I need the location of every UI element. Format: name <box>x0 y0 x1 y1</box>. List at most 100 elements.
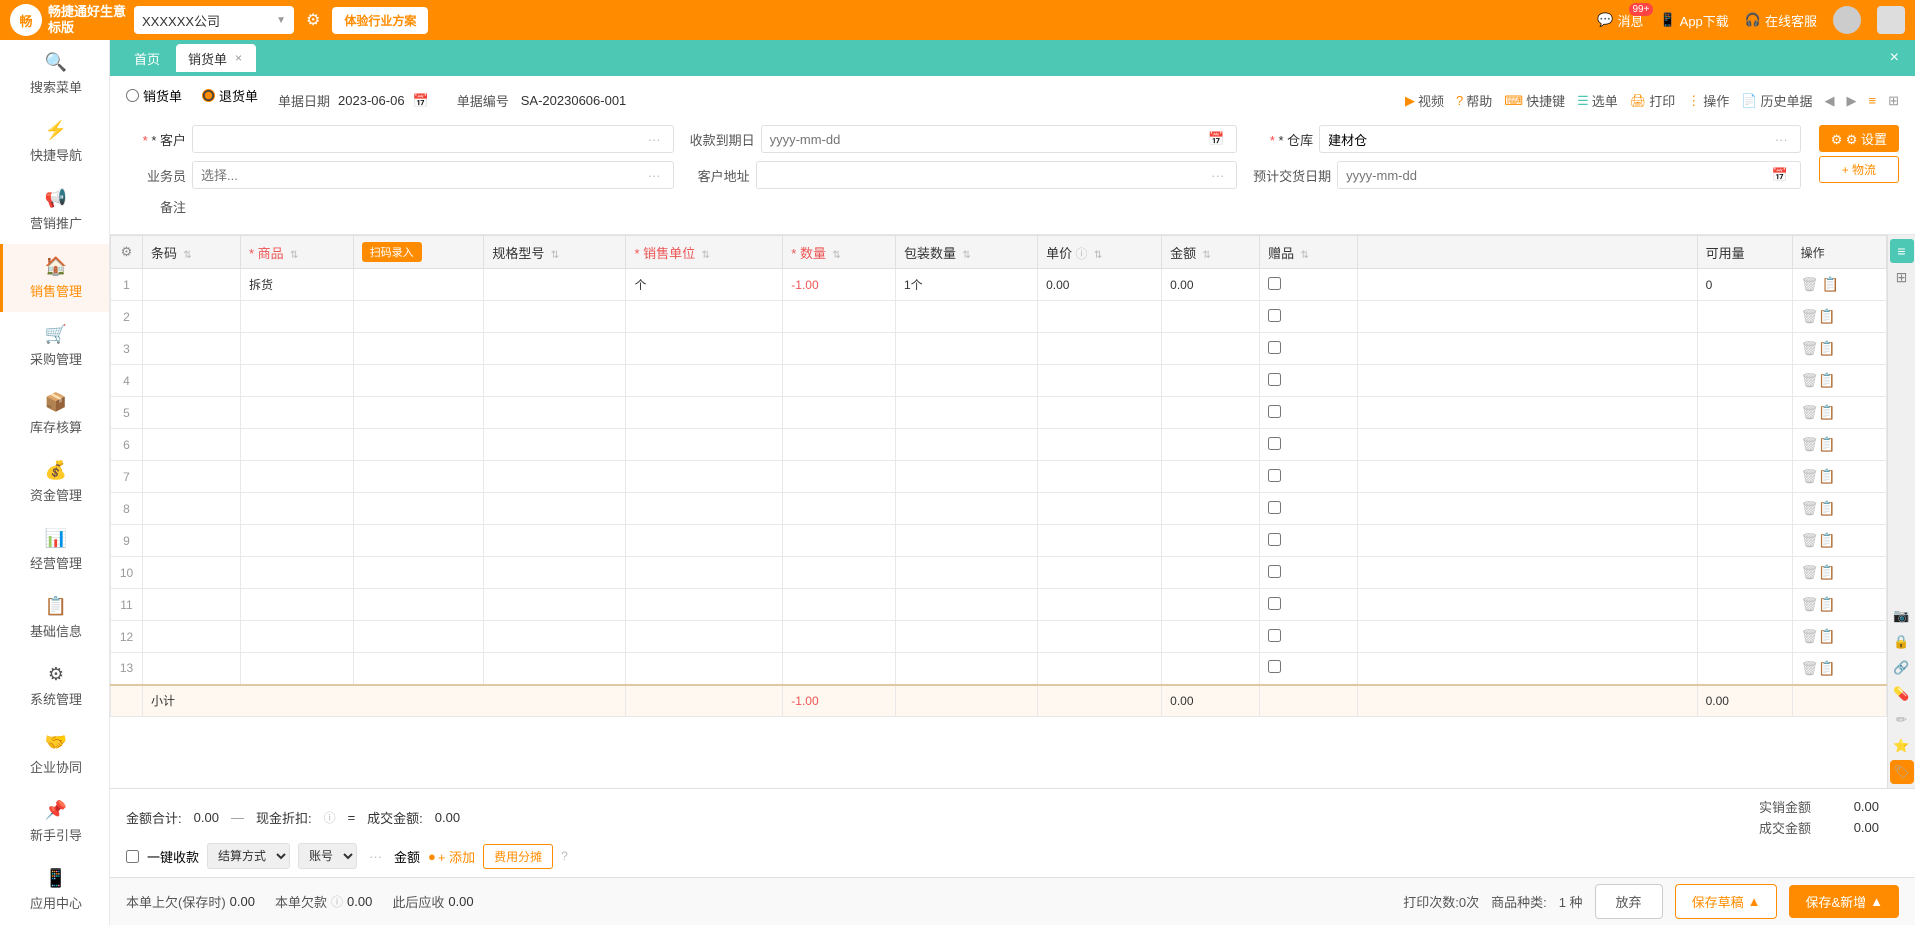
due-date-calendar-icon[interactable]: 📅 <box>1204 131 1228 147</box>
pill-side-icon[interactable]: 💊 <box>1890 682 1914 706</box>
cell-barcode-1[interactable] <box>143 269 241 301</box>
warehouse-dots-icon[interactable]: ··· <box>1771 132 1792 147</box>
delivery-date-calendar-icon[interactable]: 📅 <box>1768 167 1792 183</box>
qty-sort-icon[interactable]: ⇅ <box>832 250 840 261</box>
sidebar-item-guide[interactable]: 📌 新手引导 <box>0 788 109 856</box>
sidebar-item-enterprise[interactable]: 🤝 企业协同 <box>0 720 109 788</box>
avatar[interactable] <box>1833 6 1861 34</box>
toolbar-shortcut[interactable]: ⌨ 快捷键 <box>1504 91 1565 110</box>
toolbar-filter[interactable]: ☰ 选单 <box>1577 91 1618 110</box>
debt-info-icon[interactable]: ⓘ <box>331 893 343 910</box>
spec-sort-icon[interactable]: ⇅ <box>551 250 559 261</box>
warehouse-input-container[interactable]: 建材仓 ··· <box>1319 125 1801 153</box>
table-view-icon[interactable]: ⊞ <box>1888 93 1899 109</box>
customer-dots-icon[interactable]: ··· <box>644 132 665 147</box>
edit-side-icon[interactable]: ✏ <box>1890 708 1914 732</box>
toolbar-help[interactable]: ? 帮助 <box>1456 91 1492 110</box>
sidebar-item-operations[interactable]: 📊 经营管理 <box>0 516 109 584</box>
list-view-icon[interactable]: ≡ <box>1890 239 1914 263</box>
messages-button[interactable]: 💬 消息 99+ <box>1597 11 1643 30</box>
customer-address-input-container[interactable]: ··· <box>756 161 1238 189</box>
sidebar-item-purchase[interactable]: 🛒 采购管理 <box>0 312 109 380</box>
save-new-button[interactable]: 保存&新增 ▲ <box>1789 885 1899 918</box>
nav-next-icon[interactable]: ▶ <box>1847 93 1857 109</box>
salesperson-input-container[interactable]: ··· <box>192 161 674 189</box>
account-select[interactable]: 账号 <box>298 843 357 869</box>
delete-icon-1[interactable]: 🗑 <box>1801 276 1819 292</box>
radio-return-input[interactable] <box>202 89 215 102</box>
star-side-icon[interactable]: ⭐ <box>1890 734 1914 758</box>
settings-icon[interactable]: ⚙ <box>302 6 324 34</box>
sidebar-item-quick-nav[interactable]: ⚡ 快捷导航 <box>0 108 109 176</box>
delivery-date-input-container[interactable]: 📅 <box>1337 161 1801 189</box>
copy-icon-2[interactable]: 📋 <box>1818 308 1835 324</box>
toolbar-operation[interactable]: ⋮ 操作 <box>1687 91 1729 110</box>
tab-close-far-icon[interactable]: × <box>1882 49 1907 67</box>
expense-split-button[interactable]: 费用分摊 <box>483 844 553 869</box>
settlement-select[interactable]: 结算方式 <box>207 843 290 869</box>
tab-home[interactable]: 首页 <box>118 40 176 76</box>
product-sort-icon[interactable]: ⇅ <box>290 250 298 261</box>
radio-sale-input[interactable] <box>126 89 139 102</box>
amount-sort-icon[interactable]: ⇅ <box>1203 250 1211 261</box>
user-menu[interactable] <box>1877 6 1905 34</box>
copy-icon-1[interactable]: 📋 <box>1822 276 1839 292</box>
sidebar-item-system[interactable]: ⚙ 系统管理 <box>0 652 109 720</box>
column-settings-icon[interactable]: ⚙ <box>121 244 133 259</box>
sidebar-item-search[interactable]: 🔍 搜索菜单 <box>0 40 109 108</box>
link-side-icon[interactable]: 🔗 <box>1890 656 1914 680</box>
sidebar-item-inventory[interactable]: 📦 库存核算 <box>0 380 109 448</box>
tab-close-icon[interactable]: × <box>233 49 244 67</box>
calendar-icon[interactable]: 📅 <box>413 93 429 109</box>
app-download-button[interactable]: 📱 App下载 <box>1659 11 1728 30</box>
cell-amount-1[interactable]: 0.00 <box>1162 269 1260 301</box>
th-settings[interactable]: ⚙ <box>111 236 143 269</box>
customer-address-dots-icon[interactable]: ··· <box>1207 168 1228 183</box>
company-selector[interactable]: XXXXXX公司 ▼ <box>134 6 294 34</box>
online-service-button[interactable]: 🎧 在线客服 <box>1745 11 1817 30</box>
tab-sale-order[interactable]: 销货单 × <box>176 44 256 72</box>
expense-info-icon[interactable]: ? <box>561 849 568 863</box>
delete-icon-2[interactable]: 🗑 <box>1801 308 1819 324</box>
sidebar-item-finance[interactable]: 💰 资金管理 <box>0 448 109 516</box>
unit-sort-icon[interactable]: ⇅ <box>702 250 710 261</box>
customer-input[interactable] <box>201 132 644 147</box>
due-date-input-container[interactable]: 📅 <box>761 125 1238 153</box>
sidebar-item-basic[interactable]: 📋 基础信息 <box>0 584 109 652</box>
cell-price-1[interactable]: 0.00 <box>1038 269 1162 301</box>
cell-unit-1[interactable]: 个 <box>626 269 783 301</box>
grid-view-table-icon[interactable]: ⊞ <box>1890 265 1914 289</box>
price-info-icon[interactable]: ⓘ <box>1075 247 1087 261</box>
toolbar-history[interactable]: 📄 历史单据 <box>1741 91 1812 110</box>
customer-input-container[interactable]: ··· <box>192 125 674 153</box>
toolbar-video[interactable]: ▶ 视频 <box>1405 91 1444 110</box>
settings-button[interactable]: ⚙ ⚙ 设置 <box>1819 125 1899 152</box>
scan-button[interactable]: 扫码录入 <box>362 242 422 262</box>
radio-sale[interactable]: 销货单 <box>126 86 182 105</box>
account-dots-icon[interactable]: ··· <box>365 849 386 864</box>
one-click-payment-checkbox[interactable] <box>126 850 139 863</box>
logistics-button[interactable]: + 物流 <box>1819 156 1899 183</box>
sidebar-item-marketing[interactable]: 📢 营销推广 <box>0 176 109 244</box>
lock-side-icon[interactable]: 🔒 <box>1890 630 1914 654</box>
add-button[interactable]: ● + 添加 <box>428 847 475 866</box>
cell-spec-1[interactable] <box>484 269 626 301</box>
salesperson-input[interactable] <box>201 168 644 183</box>
trial-button[interactable]: 体验行业方案 <box>332 7 428 34</box>
tag-side-icon[interactable]: 🏷 <box>1890 760 1914 784</box>
toolbar-print[interactable]: 🖨 打印 <box>1630 91 1676 110</box>
sidebar-item-sales[interactable]: 🏠 销售管理 <box>0 244 109 312</box>
radio-return[interactable]: 退货单 <box>202 86 258 105</box>
pack-qty-sort-icon[interactable]: ⇅ <box>962 250 970 261</box>
cell-product-1[interactable]: 拆货 <box>241 269 354 301</box>
cell-gift-1[interactable] <box>1260 269 1358 301</box>
nav-prev-icon[interactable]: ◀ <box>1825 93 1835 109</box>
gift-sort-icon[interactable]: ⇅ <box>1301 250 1309 261</box>
grid-view-icon[interactable]: ≡ <box>1869 93 1877 108</box>
save-draft-button[interactable]: 保存草稿 ▲ <box>1675 884 1778 919</box>
salesperson-dots-icon[interactable]: ··· <box>644 168 665 183</box>
camera-side-icon[interactable]: 📷 <box>1890 604 1914 628</box>
customer-address-input[interactable] <box>765 168 1208 183</box>
sidebar-item-apps[interactable]: 📱 应用中心 <box>0 856 109 924</box>
discard-button[interactable]: 放弃 <box>1595 884 1663 919</box>
